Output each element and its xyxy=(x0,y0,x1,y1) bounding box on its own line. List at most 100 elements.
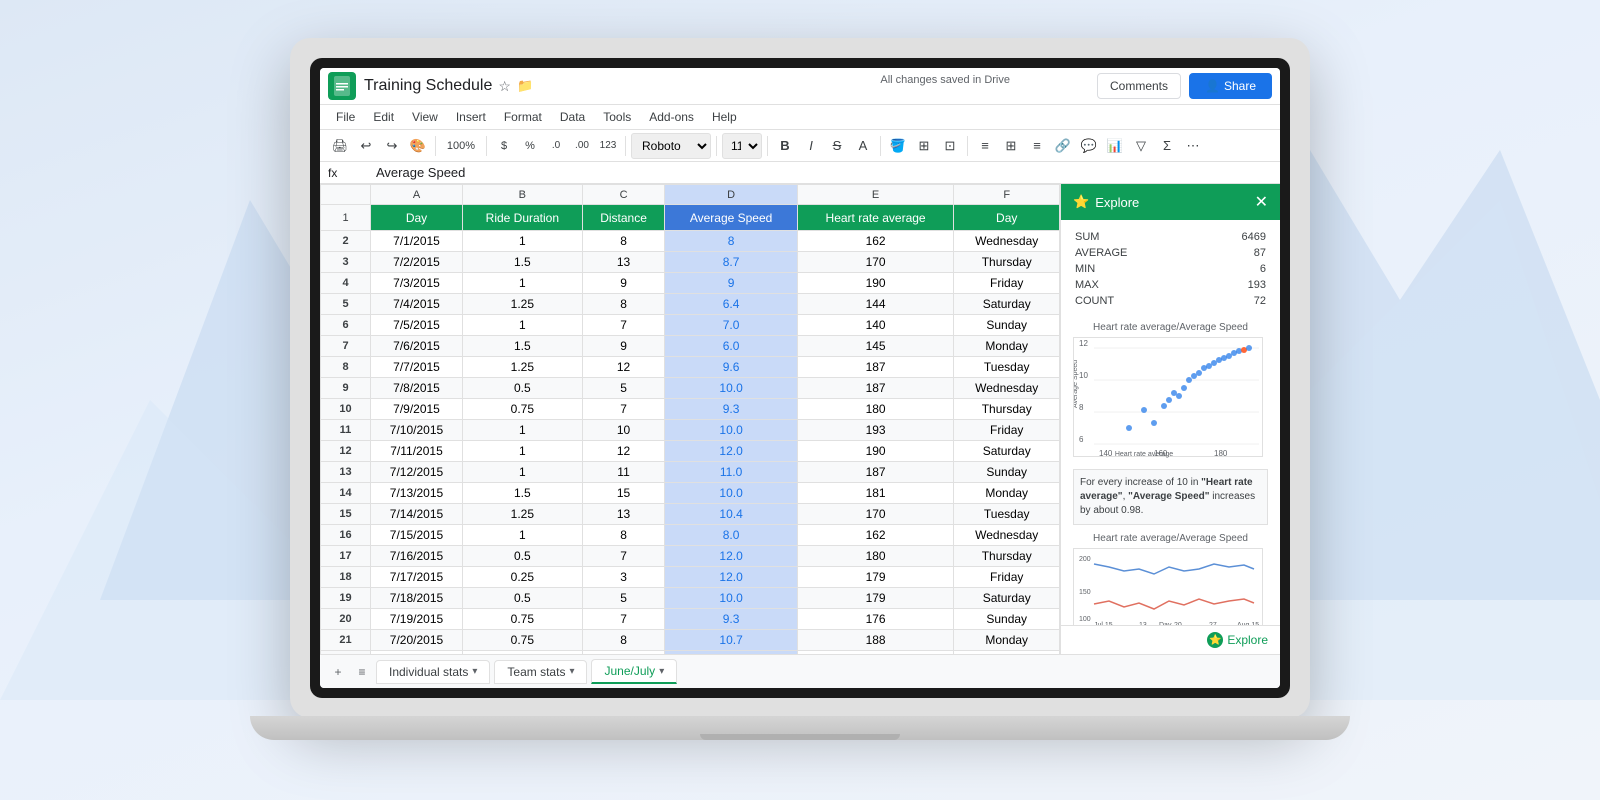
cell-duration[interactable]: 1.25 xyxy=(463,504,583,525)
cell-day[interactable]: 7/18/2015 xyxy=(371,588,463,609)
cell-heart-rate[interactable]: 188 xyxy=(797,630,954,651)
cell-avg-speed[interactable]: 12.0 xyxy=(665,546,797,567)
cell-avg-speed[interactable]: 9.3 xyxy=(665,399,797,420)
cell-distance[interactable]: 5 xyxy=(582,378,665,399)
cell-day[interactable]: 7/5/2015 xyxy=(371,315,463,336)
cell-avg-speed[interactable]: 8 xyxy=(665,231,797,252)
cell-day[interactable]: 7/4/2015 xyxy=(371,294,463,315)
cell-duration[interactable]: 1 xyxy=(463,315,583,336)
row-number[interactable]: 7 xyxy=(321,336,371,357)
row-number[interactable]: 16 xyxy=(321,525,371,546)
row-number[interactable]: 10 xyxy=(321,399,371,420)
row-number[interactable]: 4 xyxy=(321,273,371,294)
align-right-button[interactable]: ≡ xyxy=(1025,134,1049,158)
share-button[interactable]: 👤 Share xyxy=(1189,73,1272,99)
cell-duration[interactable]: 0.75 xyxy=(463,399,583,420)
formula-content[interactable]: Average Speed xyxy=(376,165,1272,180)
cell-heart-rate[interactable]: 187 xyxy=(797,357,954,378)
percent-button[interactable]: % xyxy=(518,134,542,158)
menu-file[interactable]: File xyxy=(328,107,363,127)
cell-weekday[interactable]: Friday xyxy=(954,420,1060,441)
paint-format-button[interactable]: 🎨 xyxy=(406,134,430,158)
cell-distance[interactable]: 3 xyxy=(582,567,665,588)
row-number[interactable]: 15 xyxy=(321,504,371,525)
cell-avg-speed[interactable]: 9.3 xyxy=(665,609,797,630)
cell-duration[interactable]: 1.5 xyxy=(463,483,583,504)
cell-weekday[interactable]: Wednesday xyxy=(954,378,1060,399)
cell-day[interactable]: 7/1/2015 xyxy=(371,231,463,252)
row-number[interactable]: 11 xyxy=(321,420,371,441)
cell-heart-rate[interactable]: 179 xyxy=(797,567,954,588)
cell-duration[interactable]: 0.75 xyxy=(463,609,583,630)
cell-heart-rate[interactable]: 193 xyxy=(797,420,954,441)
menu-format[interactable]: Format xyxy=(496,107,550,127)
cell-day[interactable]: 7/7/2015 xyxy=(371,357,463,378)
sheet-menu-button[interactable]: ≡ xyxy=(352,662,372,682)
cell-heart-rate[interactable]: 180 xyxy=(797,546,954,567)
cell-day[interactable]: 7/8/2015 xyxy=(371,378,463,399)
comments-button[interactable]: Comments xyxy=(1097,73,1181,99)
col-a-header[interactable]: A xyxy=(371,185,463,205)
cell-heart-rate[interactable]: 140 xyxy=(797,315,954,336)
cell-distance[interactable]: 9 xyxy=(582,336,665,357)
menu-view[interactable]: View xyxy=(404,107,446,127)
cell-duration[interactable]: 1 xyxy=(463,462,583,483)
cell-avg-speed[interactable]: 9 xyxy=(665,273,797,294)
cell-weekday[interactable]: Sunday xyxy=(954,462,1060,483)
cell-distance[interactable]: 7 xyxy=(582,315,665,336)
cell-avg-speed[interactable]: 12.0 xyxy=(665,441,797,462)
cell-weekday[interactable]: Tuesday xyxy=(954,357,1060,378)
cell-distance[interactable]: 7 xyxy=(582,609,665,630)
cell-heart-rate[interactable]: 187 xyxy=(797,378,954,399)
strikethrough-button[interactable]: S xyxy=(825,134,849,158)
cell-distance[interactable]: 13 xyxy=(582,252,665,273)
cell-weekday[interactable]: Wednesday xyxy=(954,525,1060,546)
undo-button[interactable]: ↩ xyxy=(354,134,378,158)
format-button[interactable]: 123 xyxy=(596,134,620,158)
chart-button[interactable]: 📊 xyxy=(1103,134,1127,158)
more-button[interactable]: ⋯ xyxy=(1181,134,1205,158)
cell-day[interactable]: 7/19/2015 xyxy=(371,609,463,630)
cell-weekday[interactable]: Thursday xyxy=(954,399,1060,420)
cell-duration[interactable]: 1 xyxy=(463,231,583,252)
menu-insert[interactable]: Insert xyxy=(448,107,494,127)
comment-button[interactable]: 💬 xyxy=(1077,134,1101,158)
cell-day[interactable]: 7/16/2015 xyxy=(371,546,463,567)
borders-button[interactable]: ⊞ xyxy=(912,134,936,158)
cell-day[interactable]: 7/14/2015 xyxy=(371,504,463,525)
decimal-inc-button[interactable]: .00 xyxy=(570,134,594,158)
cell-weekday[interactable]: Saturday xyxy=(954,588,1060,609)
cell-heart-rate[interactable]: 181 xyxy=(797,483,954,504)
cell-weekday[interactable]: Wednesday xyxy=(954,231,1060,252)
cell-distance[interactable]: 12 xyxy=(582,441,665,462)
row-number[interactable]: 17 xyxy=(321,546,371,567)
function-button[interactable]: Σ xyxy=(1155,134,1179,158)
row-number[interactable]: 5 xyxy=(321,294,371,315)
cell-day[interactable]: 7/13/2015 xyxy=(371,483,463,504)
cell-duration[interactable]: 1.5 xyxy=(463,252,583,273)
row-number[interactable]: 3 xyxy=(321,252,371,273)
cell-distance[interactable]: 10 xyxy=(582,420,665,441)
cell-distance[interactable]: 8 xyxy=(582,294,665,315)
cell-weekday[interactable]: Saturday xyxy=(954,441,1060,462)
cell-day[interactable]: 7/20/2015 xyxy=(371,630,463,651)
cell-day[interactable]: 7/6/2015 xyxy=(371,336,463,357)
cell-duration[interactable]: 1.25 xyxy=(463,357,583,378)
zoom-button[interactable]: 100% xyxy=(441,134,481,158)
cell-distance[interactable]: 8 xyxy=(582,630,665,651)
cell-heart-rate[interactable]: 162 xyxy=(797,525,954,546)
align-left-button[interactable]: ≡ xyxy=(973,134,997,158)
cell-weekday[interactable]: Monday xyxy=(954,630,1060,651)
row-number[interactable]: 9 xyxy=(321,378,371,399)
cell-avg-speed[interactable]: 10.7 xyxy=(665,630,797,651)
cell-duration[interactable]: 0.25 xyxy=(463,567,583,588)
cell-heart-rate[interactable]: 144 xyxy=(797,294,954,315)
font-size-select[interactable]: 11 xyxy=(722,133,762,159)
menu-help[interactable]: Help xyxy=(704,107,745,127)
cell-avg-speed[interactable]: 10.0 xyxy=(665,420,797,441)
cell-distance[interactable]: 12 xyxy=(582,357,665,378)
cell-day[interactable]: 7/9/2015 xyxy=(371,399,463,420)
cell-day[interactable]: 7/12/2015 xyxy=(371,462,463,483)
cell-weekday[interactable]: Sunday xyxy=(954,315,1060,336)
menu-data[interactable]: Data xyxy=(552,107,593,127)
